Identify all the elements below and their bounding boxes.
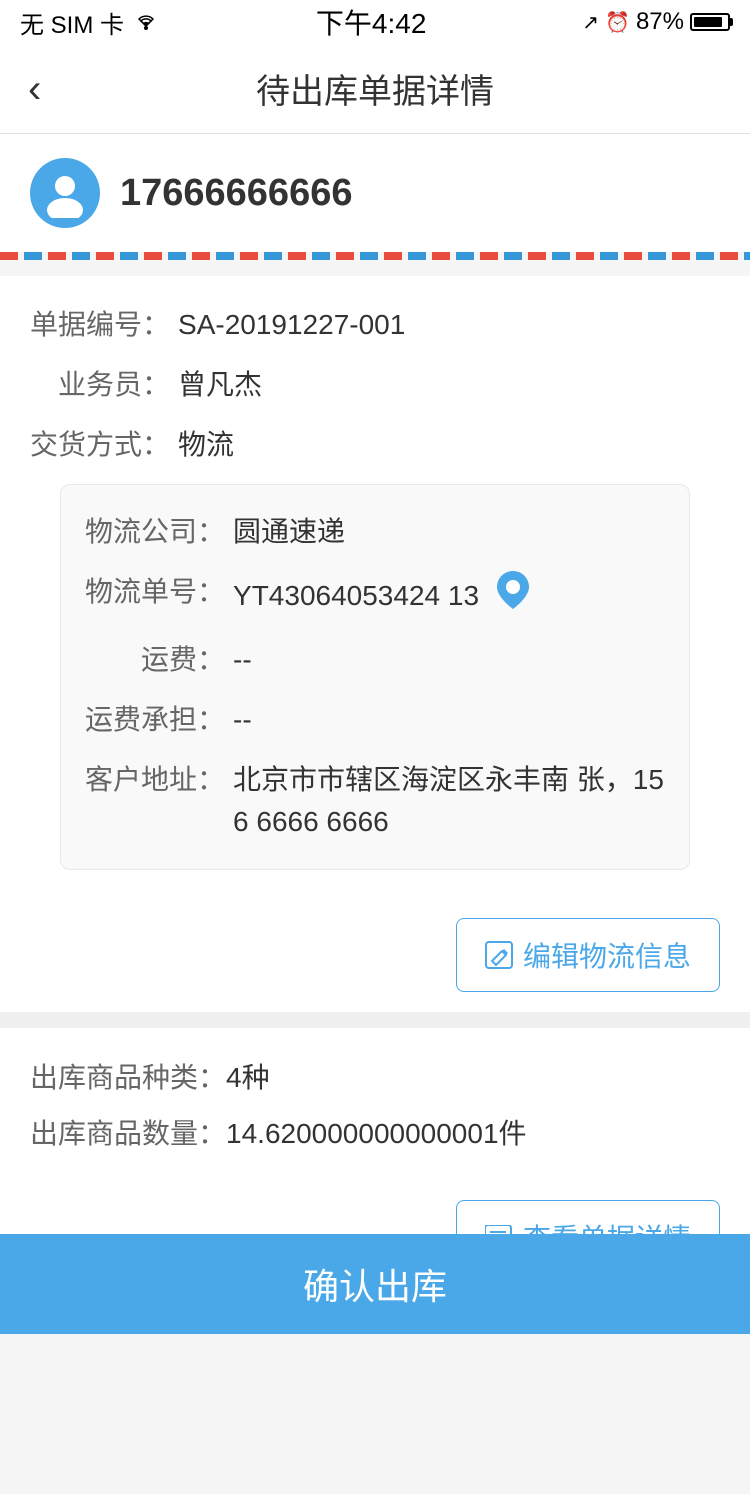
address-row: 客户地址： 北京市市辖区海淀区永丰南 张，156 6666 6666 bbox=[85, 759, 665, 843]
back-button[interactable]: ‹ bbox=[28, 69, 41, 109]
category-value: 4种 bbox=[226, 1056, 270, 1096]
location-pin-icon[interactable] bbox=[497, 571, 529, 621]
tracking-number-value: YT43064053424 13 bbox=[233, 571, 665, 621]
freight-value: -- bbox=[233, 639, 665, 681]
logistics-company-label: 物流公司： bbox=[85, 511, 225, 553]
order-info-section: 单据编号： SA-20191227-001 业务员： 曾凡杰 交货方式： 物流 … bbox=[0, 276, 750, 898]
logistics-card: 物流公司： 圆通速递 物流单号： YT43064053424 13 运费： --… bbox=[60, 484, 690, 870]
sales-person-row: 业务员： 曾凡杰 bbox=[30, 364, 720, 406]
quantity-label: 出库商品数量： bbox=[30, 1112, 226, 1152]
section-divider bbox=[0, 1012, 750, 1028]
location-icon: ↗ bbox=[582, 10, 599, 35]
freight-bearer-value: -- bbox=[233, 699, 665, 741]
time-display: 下午4:42 bbox=[316, 2, 427, 42]
confirm-outbound-button[interactable]: 确认出库 bbox=[0, 1234, 750, 1334]
delivery-method-row: 交货方式： 物流 bbox=[30, 424, 720, 466]
user-section: 17666666666 bbox=[0, 134, 750, 252]
page-title: 待出库单据详情 bbox=[256, 64, 494, 113]
sales-person-label: 业务员： bbox=[30, 364, 170, 406]
logistics-company-row: 物流公司： 圆通速递 bbox=[85, 511, 665, 553]
address-label: 客户地址： bbox=[85, 759, 225, 801]
sales-person-value: 曾凡杰 bbox=[178, 364, 720, 406]
status-right: ↗ ⏰ 87% bbox=[582, 8, 730, 36]
category-row: 出库商品种类： 4种 bbox=[30, 1056, 720, 1096]
quantity-row: 出库商品数量： 14.620000000000001件 bbox=[30, 1112, 720, 1152]
edit-btn-wrap: 编辑物流信息 bbox=[0, 898, 750, 1012]
edit-icon bbox=[485, 941, 513, 969]
alarm-icon: ⏰ bbox=[605, 10, 630, 35]
tracking-number-row: 物流单号： YT43064053424 13 bbox=[85, 571, 665, 621]
freight-bearer-label: 运费承担： bbox=[85, 699, 225, 741]
nav-bar: ‹ 待出库单据详情 bbox=[0, 44, 750, 134]
logistics-company-value: 圆通速递 bbox=[233, 511, 665, 553]
dashed-divider bbox=[0, 252, 750, 260]
avatar bbox=[30, 158, 100, 228]
confirm-btn-wrap: 确认出库 bbox=[0, 1234, 750, 1334]
address-value: 北京市市辖区海淀区永丰南 张，156 6666 6666 bbox=[233, 759, 665, 843]
wifi-icon bbox=[132, 8, 160, 37]
document-number-row: 单据编号： SA-20191227-001 bbox=[30, 304, 720, 346]
edit-logistics-button[interactable]: 编辑物流信息 bbox=[456, 918, 720, 992]
tracking-number-label: 物流单号： bbox=[85, 571, 225, 613]
user-phone: 17666666666 bbox=[120, 172, 352, 215]
delivery-method-value: 物流 bbox=[178, 424, 720, 466]
document-number-value: SA-20191227-001 bbox=[178, 304, 720, 346]
freight-bearer-row: 运费承担： -- bbox=[85, 699, 665, 741]
status-bar: 无 SIM 卡 下午4:42 ↗ ⏰ 87% bbox=[0, 0, 750, 44]
freight-row: 运费： -- bbox=[85, 639, 665, 681]
user-avatar-icon bbox=[40, 168, 90, 218]
carrier-text: 无 SIM 卡 bbox=[20, 5, 124, 40]
battery-icon bbox=[690, 13, 730, 31]
document-number-label: 单据编号： bbox=[30, 304, 170, 346]
stats-section: 出库商品种类： 4种 出库商品数量： 14.620000000000001件 bbox=[0, 1028, 750, 1180]
status-left: 无 SIM 卡 bbox=[20, 5, 160, 40]
category-label: 出库商品种类： bbox=[30, 1056, 226, 1096]
freight-label: 运费： bbox=[85, 639, 225, 681]
quantity-value: 14.620000000000001件 bbox=[226, 1112, 527, 1152]
delivery-method-label: 交货方式： bbox=[30, 424, 170, 466]
battery-percent: 87% bbox=[636, 8, 684, 36]
